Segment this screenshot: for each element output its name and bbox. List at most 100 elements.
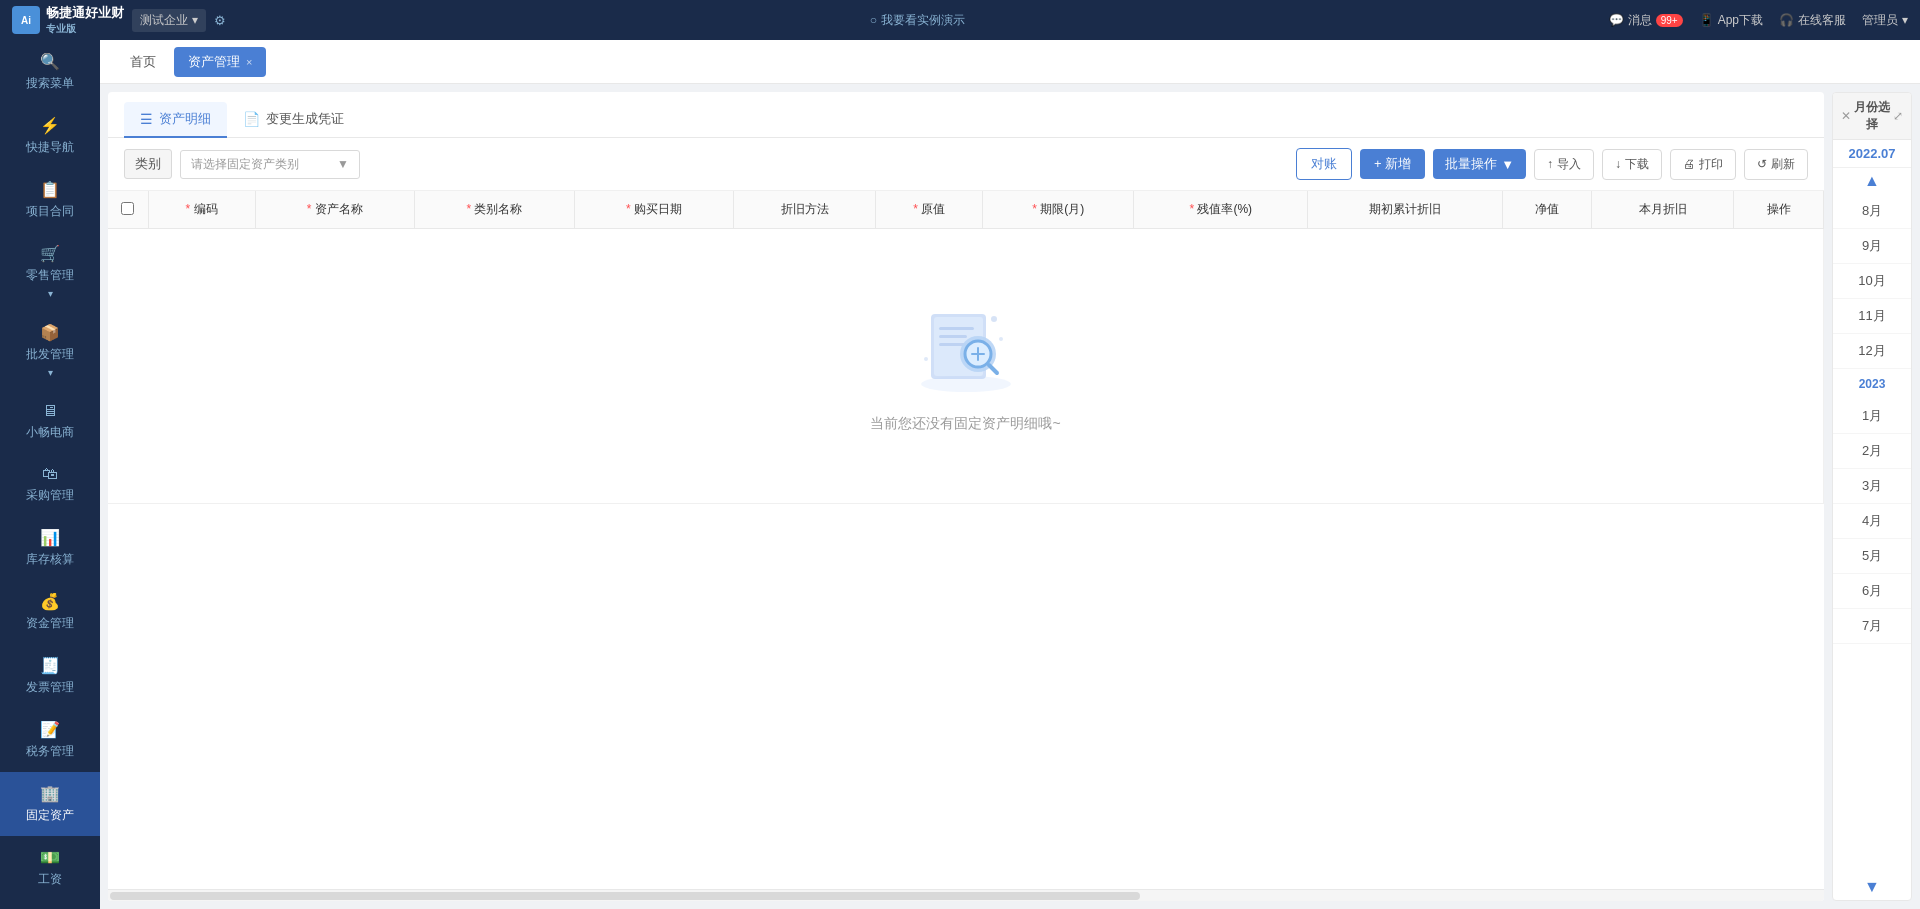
col-period-months: * 期限(月) bbox=[983, 191, 1134, 229]
inventory-icon: 📊 bbox=[40, 528, 60, 547]
empty-illustration bbox=[906, 299, 1026, 399]
empty-state-row: 当前您还没有固定资产明细哦~ bbox=[108, 229, 1824, 504]
sub-tab-asset-detail[interactable]: ☰ 资产明细 bbox=[124, 102, 227, 138]
sidebar: 🔍 搜索菜单 ⚡ 快捷导航 📋 项目合同 🛒 零售管理 ▾ 📦 批发管理 ▾ 🖥… bbox=[0, 40, 100, 909]
month-item-1[interactable]: 1月 bbox=[1833, 399, 1911, 434]
month-item-7[interactable]: 7月 bbox=[1833, 609, 1911, 644]
top-bar-left: Ai 畅捷通好业财 专业版 测试企业 ▾ ⚙ bbox=[12, 4, 226, 36]
month-item-9[interactable]: 9月 bbox=[1833, 229, 1911, 264]
month-item-8[interactable]: 8月 bbox=[1833, 194, 1911, 229]
month-item-6[interactable]: 6月 bbox=[1833, 574, 1911, 609]
headset-icon: 🎧 bbox=[1779, 13, 1794, 27]
sidebar-item-quick-nav[interactable]: ⚡ 快捷导航 bbox=[0, 104, 100, 168]
sidebar-item-inventory[interactable]: 📊 库存核算 bbox=[0, 516, 100, 580]
month-item-10[interactable]: 10月 bbox=[1833, 264, 1911, 299]
print-button[interactable]: 🖨 打印 bbox=[1670, 149, 1736, 180]
message-btn[interactable]: 💬 消息 99+ bbox=[1609, 12, 1683, 29]
download-button[interactable]: ↓ 下载 bbox=[1602, 149, 1662, 180]
category-select[interactable]: 请选择固定资产类别 ▼ bbox=[180, 150, 360, 179]
main-panel: ☰ 资产明细 📄 变更生成凭证 类别 请选择固定资产类别 bbox=[108, 92, 1824, 901]
sidebar-item-ecommerce[interactable]: 🖥 小畅电商 bbox=[0, 390, 100, 453]
col-net-value: 净值 bbox=[1502, 191, 1592, 229]
page-content: ☰ 资产明细 📄 变更生成凭证 类别 请选择固定资产类别 bbox=[100, 84, 1920, 909]
sidebar-item-purchase[interactable]: 🛍 采购管理 bbox=[0, 453, 100, 516]
sidebar-item-salary[interactable]: 💵 工资 bbox=[0, 836, 100, 900]
demo-link[interactable]: ○ 我要看实例演示 bbox=[870, 12, 965, 29]
sidebar-item-retail[interactable]: 🛒 零售管理 ▾ bbox=[0, 232, 100, 311]
month-panel: ✕ 月份选择 ⤢ 2022.07 ▲ 8月 9月 10月 11月 12月 202… bbox=[1832, 92, 1912, 901]
sidebar-item-project[interactable]: 📋 项目合同 bbox=[0, 168, 100, 232]
app-edition: 专业版 bbox=[46, 22, 124, 36]
online-service-btn[interactable]: 🎧 在线客服 bbox=[1779, 12, 1846, 29]
sub-tab-change-voucher[interactable]: 📄 变更生成凭证 bbox=[227, 102, 360, 138]
sidebar-item-finance[interactable]: 💰 资金管理 bbox=[0, 580, 100, 644]
empty-state-cell: 当前您还没有固定资产明细哦~ bbox=[108, 229, 1824, 504]
tab-close-icon[interactable]: × bbox=[246, 56, 252, 68]
settings-icon[interactable]: ⚙ bbox=[214, 13, 226, 28]
sidebar-item-label: 固定资产 bbox=[26, 807, 74, 824]
month-scroll-up[interactable]: ▲ bbox=[1833, 168, 1911, 194]
mobile-icon: 📱 bbox=[1699, 13, 1714, 27]
sidebar-item-label: 项目合同 bbox=[26, 203, 74, 220]
retail-icon: 🛒 bbox=[40, 244, 60, 263]
user-chevron-icon: ▾ bbox=[1902, 13, 1908, 27]
month-item-4[interactable]: 4月 bbox=[1833, 504, 1911, 539]
month-item-11[interactable]: 11月 bbox=[1833, 299, 1911, 334]
add-button[interactable]: + 新增 bbox=[1360, 149, 1425, 179]
refresh-icon: ↺ bbox=[1757, 157, 1767, 171]
empty-text: 当前您还没有固定资产明细哦~ bbox=[870, 415, 1060, 433]
import-icon: ↑ bbox=[1547, 157, 1553, 171]
refresh-button[interactable]: ↺ 刷新 bbox=[1744, 149, 1808, 180]
category-label: 类别 bbox=[124, 149, 172, 179]
sidebar-item-label: 零售管理 bbox=[26, 267, 74, 284]
svg-rect-4 bbox=[939, 335, 967, 338]
user-menu[interactable]: 管理员 ▾ bbox=[1862, 12, 1908, 29]
tax-icon: 📝 bbox=[40, 720, 60, 739]
month-panel-header: 月份选择 bbox=[1851, 99, 1893, 133]
col-asset-name: * 资产名称 bbox=[255, 191, 415, 229]
select-all-header[interactable] bbox=[108, 191, 148, 229]
scroll-thumb bbox=[110, 892, 1140, 900]
batch-operations-button[interactable]: 批量操作 ▼ bbox=[1433, 149, 1526, 179]
month-item-12[interactable]: 12月 bbox=[1833, 334, 1911, 369]
app-title: 畅捷通好业财 bbox=[46, 4, 124, 22]
month-scroll-down[interactable]: ▼ bbox=[1833, 874, 1911, 900]
sidebar-item-fixed-assets[interactable]: 🏢 固定资产 bbox=[0, 772, 100, 836]
print-icon: 🖨 bbox=[1683, 157, 1695, 171]
sidebar-item-wholesale[interactable]: 📦 批发管理 ▾ bbox=[0, 311, 100, 390]
tab-asset-management[interactable]: 资产管理 × bbox=[174, 47, 266, 77]
wholesale-icon: 📦 bbox=[40, 323, 60, 342]
bottom-scrollbar[interactable] bbox=[108, 889, 1824, 901]
sidebar-item-label: 库存核算 bbox=[26, 551, 74, 568]
month-item-3[interactable]: 3月 bbox=[1833, 469, 1911, 504]
tab-home[interactable]: 首页 bbox=[116, 47, 170, 77]
month-item-5[interactable]: 5月 bbox=[1833, 539, 1911, 574]
project-icon: 📋 bbox=[40, 180, 60, 199]
assets-table: * 编码 * 资产名称 * 类别名称 bbox=[108, 191, 1824, 504]
sidebar-item-label: 搜索菜单 bbox=[26, 75, 74, 92]
col-original-value: * 原值 bbox=[876, 191, 983, 229]
reconcile-button[interactable]: 对账 bbox=[1296, 148, 1352, 180]
app-download-btn[interactable]: 📱 App下载 bbox=[1699, 12, 1763, 29]
sidebar-item-invoice[interactable]: 🧾 发票管理 bbox=[0, 644, 100, 708]
import-button[interactable]: ↑ 导入 bbox=[1534, 149, 1594, 180]
sidebar-item-label: 批发管理 bbox=[26, 346, 74, 363]
select-all-checkbox[interactable] bbox=[121, 202, 134, 215]
month-item-2[interactable]: 2月 bbox=[1833, 434, 1911, 469]
svg-point-12 bbox=[991, 316, 997, 322]
col-category-name: * 类别名称 bbox=[415, 191, 575, 229]
company-selector[interactable]: 测试企业 ▾ bbox=[132, 9, 206, 32]
current-year-display: 2022.07 bbox=[1833, 140, 1911, 168]
salary-icon: 💵 bbox=[40, 848, 60, 867]
message-badge: 99+ bbox=[1656, 14, 1683, 27]
category-filter: 类别 请选择固定资产类别 ▼ bbox=[124, 149, 360, 179]
app-logo: Ai 畅捷通好业财 专业版 bbox=[12, 4, 124, 36]
sidebar-item-operations[interactable]: 📈 经营管理 bbox=[0, 900, 100, 909]
sidebar-item-tax[interactable]: 📝 税务管理 bbox=[0, 708, 100, 772]
sidebar-item-label: 工资 bbox=[38, 871, 62, 888]
panel-expand-icon[interactable]: ⤢ bbox=[1893, 109, 1903, 123]
panel-close-icon[interactable]: ✕ bbox=[1841, 109, 1851, 123]
sidebar-item-search-menu[interactable]: 🔍 搜索菜单 bbox=[0, 40, 100, 104]
sub-tab-bar: ☰ 资产明细 📄 变更生成凭证 bbox=[108, 92, 1824, 138]
invoice-icon: 🧾 bbox=[40, 656, 60, 675]
